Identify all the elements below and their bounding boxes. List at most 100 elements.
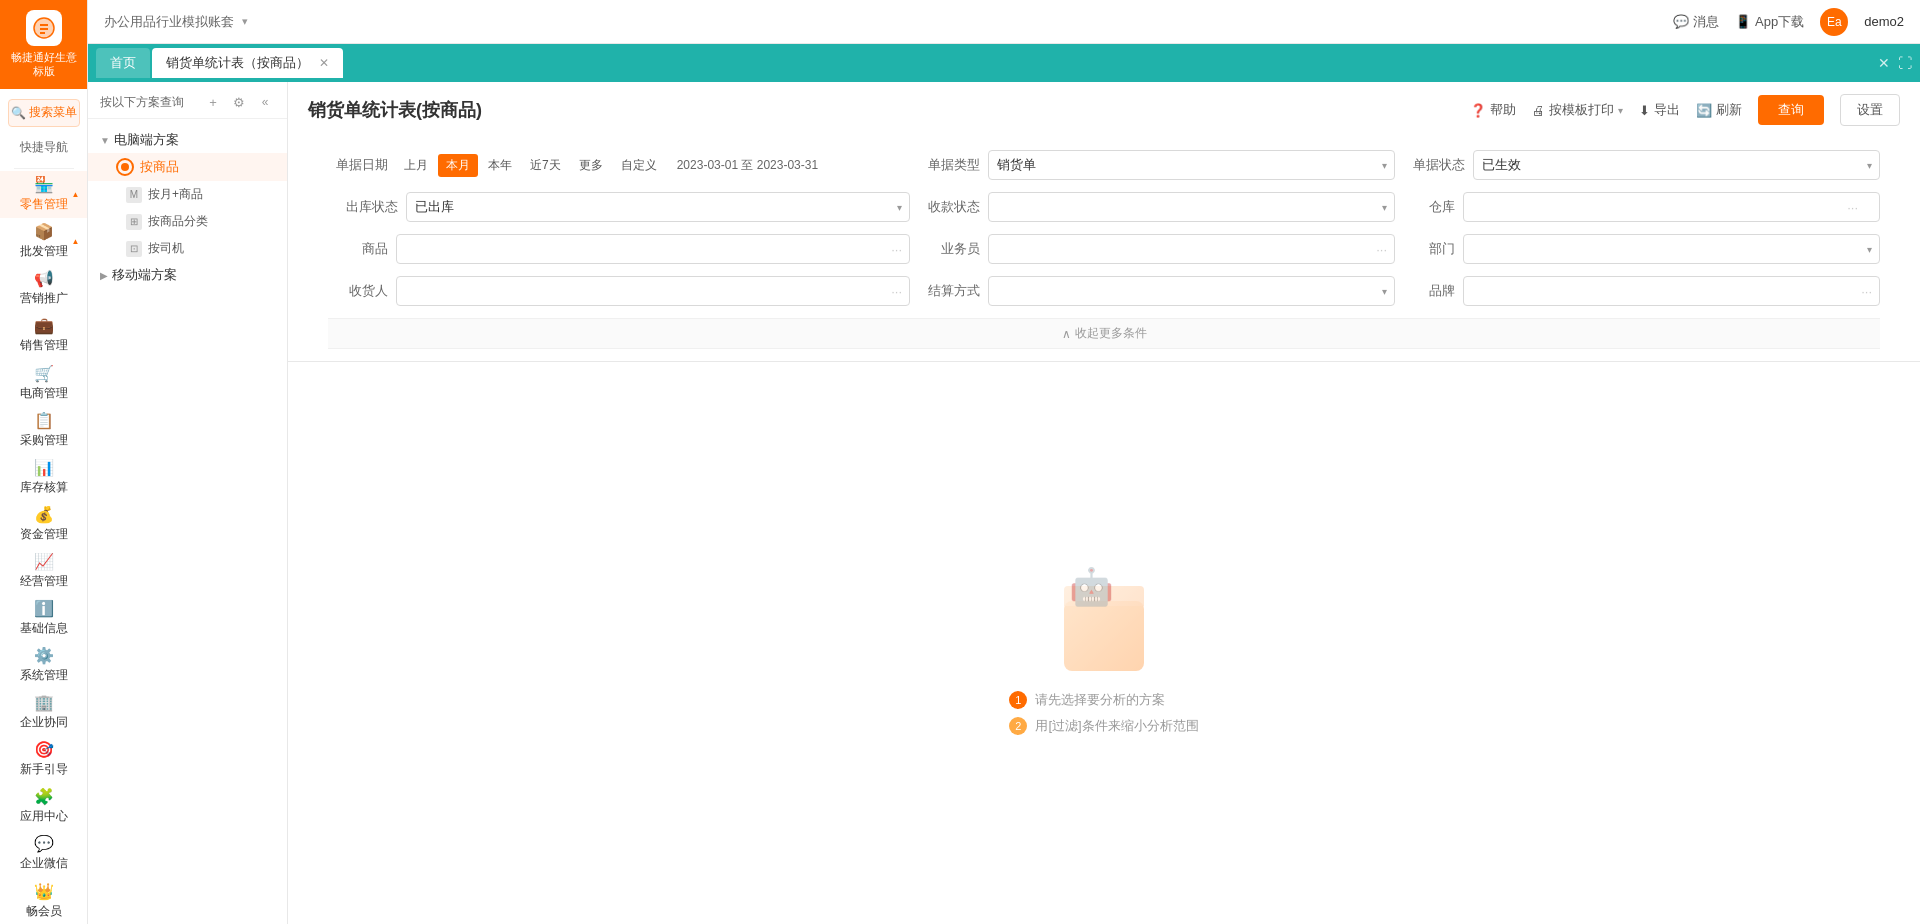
dept-input[interactable] (1463, 234, 1880, 264)
main-area: 办公用品行业模拟账套 ▾ 💬 消息 📱 App下载 Ea demo2 首页 销货… (88, 0, 1920, 924)
collapse-filter-bar[interactable]: ∧ 收起更多条件 (328, 318, 1880, 349)
logo-subtext: 标版 (33, 64, 55, 78)
payment-method-control: ▾ (988, 276, 1395, 306)
add-icon: + (209, 95, 217, 110)
doctype-input[interactable] (988, 150, 1395, 180)
tree-item-by-product[interactable]: 按商品 (88, 153, 287, 181)
add-scheme-button[interactable]: + (203, 92, 223, 112)
recipient-more-icon[interactable]: ··· (891, 284, 902, 299)
docstatus-input[interactable] (1473, 150, 1880, 180)
pc-category-label: 电脑端方案 (114, 131, 179, 149)
tab-close-button[interactable]: ✕ (319, 56, 329, 70)
sidebar-item-enterprise[interactable]: 🏢 企业协同 (0, 689, 88, 736)
gear-icon: ⚙ (233, 95, 245, 110)
warehouse-input[interactable] (1463, 192, 1880, 222)
topbar-right: 💬 消息 📱 App下载 Ea demo2 (1673, 8, 1904, 36)
filter-dept-item: 部门 ▾ (1395, 234, 1880, 264)
app-download-action[interactable]: 📱 App下载 (1735, 13, 1804, 31)
filter-brand-item: 品牌 ··· (1395, 276, 1880, 306)
salesperson-input[interactable] (988, 234, 1395, 264)
refresh-button[interactable]: 🔄 刷新 (1696, 101, 1742, 119)
message-action[interactable]: 💬 消息 (1673, 13, 1719, 31)
export-icon: ⬇ (1639, 103, 1650, 118)
outstatus-input[interactable] (406, 192, 910, 222)
sidebar-item-purchase[interactable]: 📋 采购管理 (0, 406, 88, 453)
tree-item-by-month-product[interactable]: M 按月+商品 (88, 181, 287, 208)
tree-category-mobile[interactable]: ▶ 移动端方案 (88, 262, 287, 288)
payment-status-input[interactable] (988, 192, 1395, 222)
user-avatar[interactable]: Ea (1820, 8, 1848, 36)
driver-icon: ⊡ (126, 241, 142, 257)
tab-home[interactable]: 首页 (96, 48, 150, 78)
sidebar-item-guide[interactable]: 🎯 新手引导 (0, 736, 88, 783)
export-button[interactable]: ⬇ 导出 (1639, 101, 1680, 119)
sidebar-item-basic[interactable]: ℹ️ 基础信息 (0, 594, 88, 641)
filter-row-3: 商品 ··· 业务员 ··· (328, 234, 1880, 264)
filter-row-1: 单据日期 上月 本月 本年 近7天 更多 自定义 20 (328, 150, 1880, 180)
salesperson-more-icon[interactable]: ··· (1376, 242, 1387, 257)
sidebar-item-inventory[interactable]: 📊 库存核算 (0, 453, 88, 500)
page-settings-button[interactable]: 设置 (1840, 94, 1900, 126)
payment-status-control: ▾ (988, 192, 1395, 222)
tree-category-pc[interactable]: ▼ 电脑端方案 (88, 127, 287, 153)
sidebar-item-operation[interactable]: 📈 经营管理 (0, 547, 88, 594)
search-menu-button[interactable]: 🔍 搜索菜单 (8, 99, 80, 127)
sidebar-search-area: 🔍 搜索菜单 (0, 89, 87, 133)
sidebar-item-wholesale[interactable]: 📦 批发管理 (0, 218, 88, 265)
print-dropdown-icon: ▾ (1618, 105, 1623, 116)
warehouse-more-icon[interactable]: ··· (1847, 200, 1858, 215)
filter-row-4: 收货人 ··· 结算方式 ▾ (328, 276, 1880, 306)
collapse-panel-button[interactable]: « (255, 92, 275, 112)
wholesale-icon: 📦 (34, 222, 54, 241)
goods-label: 商品 (328, 240, 388, 258)
empty-robot-icon: 🤖 (1069, 566, 1114, 608)
goods-more-icon[interactable]: ··· (891, 242, 902, 257)
page-title: 销货单统计表(按商品) (308, 98, 482, 122)
brand-more-icon[interactable]: ··· (1861, 284, 1872, 299)
page-actions: ❓ 帮助 🖨 按模板打印 ▾ ⬇ 导出 🔄 (1470, 94, 1900, 126)
empty-hint-2: 2 用[过滤]条件来缩小分析范围 (1009, 717, 1198, 735)
tree-item-by-driver[interactable]: ⊡ 按司机 (88, 235, 287, 262)
date-tab-custom[interactable]: 自定义 (613, 154, 665, 177)
right-panel: 销货单统计表(按商品) ❓ 帮助 🖨 按模板打印 ▾ ⬇ (288, 82, 1920, 924)
date-tab-more[interactable]: 更多 (571, 154, 611, 177)
payment-method-input[interactable] (988, 276, 1395, 306)
industry-dropdown-icon[interactable]: ▾ (242, 15, 248, 28)
apps-icon: 🧩 (34, 787, 54, 806)
user-name[interactable]: demo2 (1864, 14, 1904, 29)
sidebar-item-apps[interactable]: 🧩 应用中心 (0, 783, 88, 830)
sidebar-item-sales[interactable]: 💼 销售管理 (0, 312, 88, 359)
maximize-window-icon[interactable]: ⛶ (1898, 55, 1912, 71)
sidebar-item-ecommerce[interactable]: 🛒 电商管理 (0, 359, 88, 406)
content-area: 按以下方案查询 + ⚙ « ▼ 电脑端方案 (88, 82, 1920, 924)
tree-item-by-category[interactable]: ⊞ 按商品分类 (88, 208, 287, 235)
doctype-label: 单据类型 (910, 156, 980, 174)
close-window-icon[interactable]: ✕ (1878, 55, 1890, 71)
sidebar-item-member[interactable]: 👑 畅会员 (0, 877, 88, 924)
app-logo[interactable]: 畅捷通好生意 标版 (0, 0, 88, 89)
sidebar-item-finance[interactable]: 💰 资金管理 (0, 500, 88, 547)
filter-section: 单据日期 上月 本月 本年 近7天 更多 自定义 20 (308, 138, 1900, 361)
refresh-icon: 🔄 (1696, 103, 1712, 118)
logo-icon (26, 10, 62, 46)
date-tab-last-month[interactable]: 上月 (396, 154, 436, 177)
query-button[interactable]: 查询 (1758, 95, 1824, 125)
sidebar-item-wechat[interactable]: 💬 企业微信 (0, 830, 88, 877)
goods-input[interactable] (396, 234, 910, 264)
empty-box-shape (1064, 601, 1144, 671)
settings-scheme-button[interactable]: ⚙ (229, 92, 249, 112)
sidebar-divider-1 (14, 168, 74, 169)
sidebar-item-marketing[interactable]: 📢 营销推广 (0, 265, 88, 312)
purchase-icon: 📋 (34, 411, 54, 430)
date-tab-this-month[interactable]: 本月 (438, 154, 478, 177)
tabs-bar: 首页 销货单统计表（按商品） ✕ ✕ ⛶ (88, 44, 1920, 82)
brand-input[interactable] (1463, 276, 1880, 306)
date-tab-7days[interactable]: 近7天 (522, 154, 569, 177)
date-tab-this-year[interactable]: 本年 (480, 154, 520, 177)
sidebar-item-retail[interactable]: 🏪 零售管理 (0, 171, 88, 218)
tab-report[interactable]: 销货单统计表（按商品） ✕ (152, 48, 343, 78)
recipient-input[interactable] (396, 276, 910, 306)
print-button[interactable]: 🖨 按模板打印 ▾ (1532, 101, 1623, 119)
sidebar-item-system[interactable]: ⚙️ 系统管理 (0, 642, 88, 689)
help-button[interactable]: ❓ 帮助 (1470, 101, 1516, 119)
